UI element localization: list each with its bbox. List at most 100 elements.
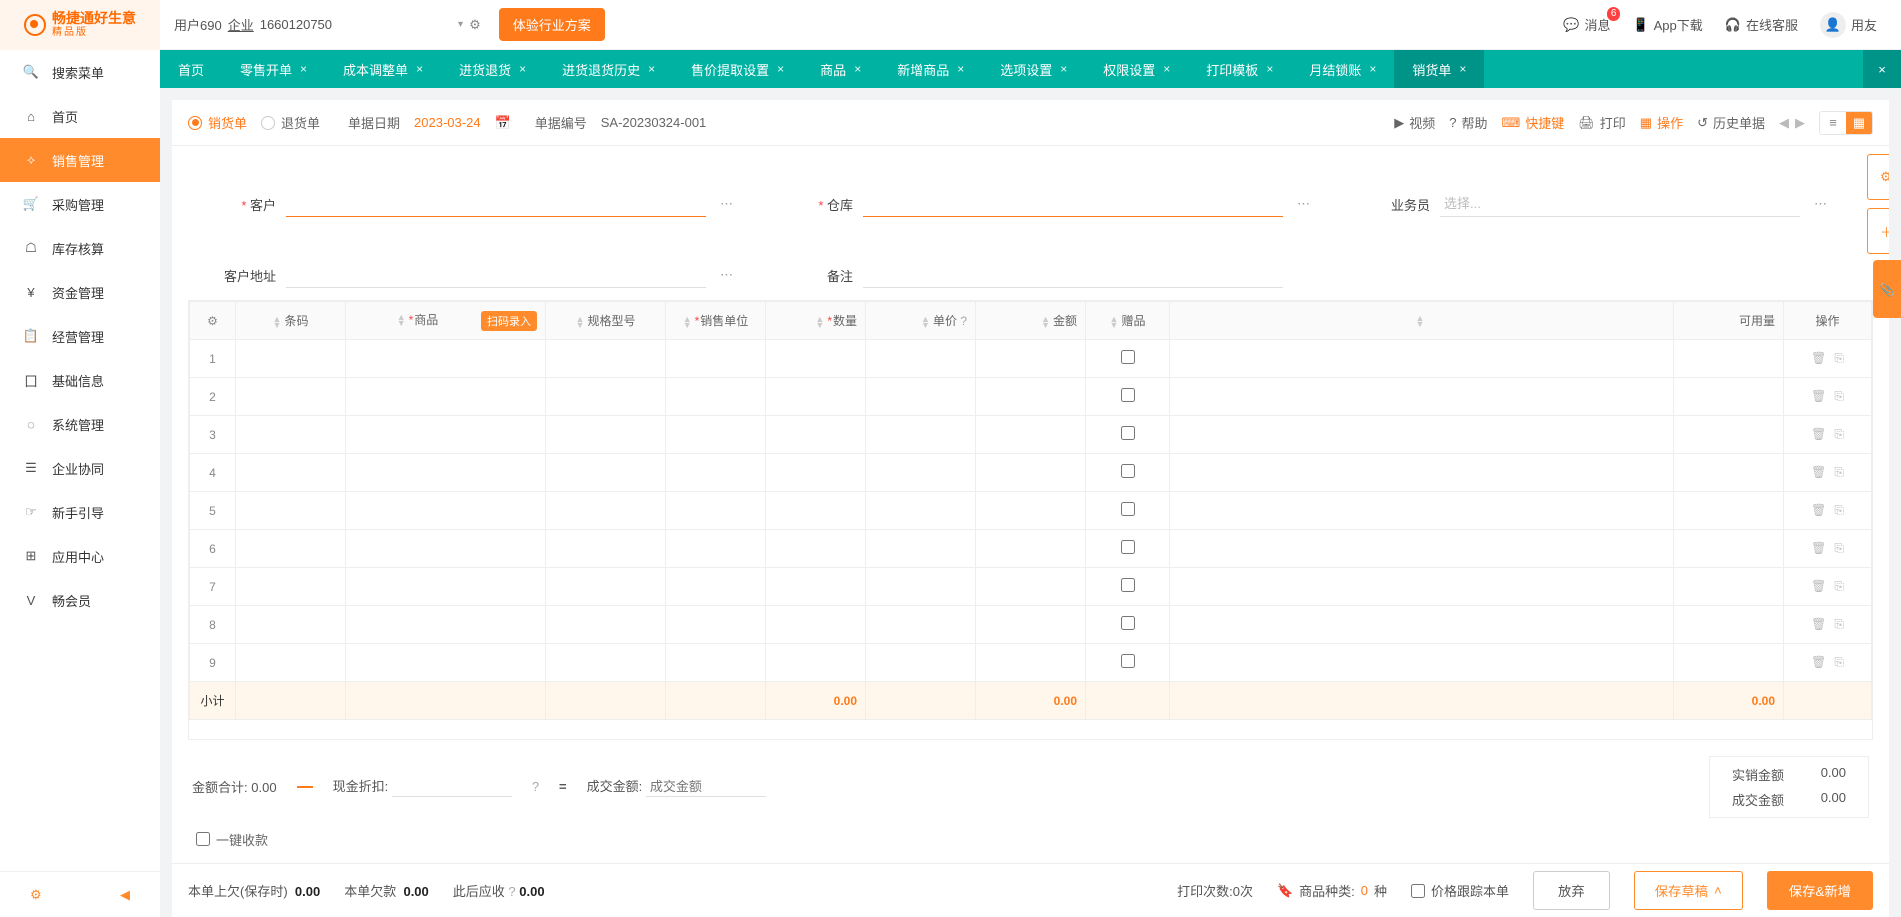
prev-doc-icon[interactable]: ◀ <box>1779 115 1789 131</box>
table-row[interactable]: 9🗑⎘ <box>190 644 1872 682</box>
salesman-input[interactable] <box>1440 191 1800 217</box>
question-icon[interactable]: ? <box>508 884 515 899</box>
checkbox-icon[interactable] <box>1411 884 1425 898</box>
sort-icon[interactable] <box>397 314 406 327</box>
history-link[interactable]: ↺历史单据 <box>1697 113 1765 132</box>
sort-icon[interactable] <box>815 316 824 329</box>
copy-row-icon[interactable]: ⎘ <box>1834 503 1844 517</box>
nav-vip[interactable]: V畅会员 <box>0 578 160 622</box>
save-and-new-button[interactable]: 保存&新增 <box>1767 871 1873 910</box>
discard-button[interactable]: 放弃 <box>1533 871 1610 910</box>
delete-row-icon[interactable]: 🗑 <box>1811 427 1826 441</box>
radio-return[interactable]: 退货单 <box>261 113 320 132</box>
onekey-collect-checkbox[interactable]: 一键收款 <box>196 830 268 849</box>
tab-销货单[interactable]: 销货单× <box>1394 50 1484 88</box>
gear-column-icon[interactable]: ⚙ <box>207 314 218 328</box>
salesman-picker-icon[interactable]: ⋯ <box>1810 196 1831 212</box>
address-picker-icon[interactable]: ⋯ <box>716 267 737 283</box>
warehouse-input[interactable] <box>863 191 1283 217</box>
tab-进货退货[interactable]: 进货退货× <box>441 50 544 88</box>
delete-row-icon[interactable]: 🗑 <box>1811 579 1826 593</box>
sort-icon[interactable] <box>921 316 930 329</box>
app-download-link[interactable]: 📱 App下载 <box>1632 15 1702 34</box>
tab-首页[interactable]: 首页 <box>160 50 222 88</box>
warehouse-picker-icon[interactable]: ⋯ <box>1293 196 1314 212</box>
delete-row-icon[interactable]: 🗑 <box>1811 465 1826 479</box>
copy-row-icon[interactable]: ⎘ <box>1834 427 1844 441</box>
sort-icon[interactable] <box>576 316 585 329</box>
table-row[interactable]: 8🗑⎘ <box>190 606 1872 644</box>
nav-basedata[interactable]: 囗基础信息 <box>0 358 160 402</box>
question-icon[interactable]: ? <box>960 314 967 328</box>
settings-footer-icon[interactable]: ⚙ <box>30 887 42 903</box>
nav-sales[interactable]: ⟡销售管理 <box>0 138 160 182</box>
doc-date-value[interactable]: 2023-03-24 <box>414 115 481 130</box>
sort-icon[interactable] <box>1416 315 1425 328</box>
gift-checkbox[interactable] <box>1121 654 1135 668</box>
sort-icon[interactable] <box>273 316 282 329</box>
tab-售价提取设置[interactable]: 售价提取设置× <box>673 50 802 88</box>
tab-零售开单[interactable]: 零售开单× <box>222 50 325 88</box>
view-list-icon[interactable]: ≡ <box>1820 112 1846 134</box>
address-input[interactable] <box>286 262 706 288</box>
close-icon[interactable]: × <box>854 62 861 76</box>
table-row[interactable]: 1🗑⎘ <box>190 340 1872 378</box>
table-row[interactable]: 2🗑⎘ <box>190 378 1872 416</box>
delete-row-icon[interactable]: 🗑 <box>1811 617 1826 631</box>
nav-apps[interactable]: ⊞应用中心 <box>0 534 160 578</box>
discount-input[interactable] <box>392 777 512 797</box>
nav-collab[interactable]: ☰企业协同 <box>0 446 160 490</box>
side-drawer-tab[interactable]: 📎 <box>1873 260 1901 318</box>
close-all-tabs[interactable]: × <box>1863 50 1901 88</box>
close-icon[interactable]: × <box>648 62 655 76</box>
settings-button[interactable]: ⚙设置 <box>1867 154 1889 200</box>
question-icon[interactable]: ? <box>532 779 539 794</box>
close-icon[interactable]: × <box>1369 62 1376 76</box>
nav-home[interactable]: ⌂首页 <box>0 94 160 138</box>
radio-sale[interactable]: 销货单 <box>188 113 247 132</box>
table-row[interactable]: 7🗑⎘ <box>190 568 1872 606</box>
tab-成本调整单[interactable]: 成本调整单× <box>325 50 441 88</box>
close-icon[interactable]: × <box>519 62 526 76</box>
ops-link[interactable]: ▦操作 <box>1640 113 1683 132</box>
gift-checkbox[interactable] <box>1121 578 1135 592</box>
copy-row-icon[interactable]: ⎘ <box>1834 389 1844 403</box>
sort-icon[interactable] <box>683 316 692 329</box>
sort-icon[interactable] <box>1110 316 1119 329</box>
customer-picker-icon[interactable]: ⋯ <box>716 196 737 212</box>
gear-icon[interactable]: ⚙ <box>469 17 481 33</box>
close-icon[interactable]: × <box>300 62 307 76</box>
checkbox-icon[interactable] <box>196 832 210 846</box>
copy-row-icon[interactable]: ⎘ <box>1834 579 1844 593</box>
support-link[interactable]: 🎧 在线客服 <box>1725 15 1798 34</box>
tab-新增商品[interactable]: 新增商品× <box>879 50 982 88</box>
delete-row-icon[interactable]: 🗑 <box>1811 351 1826 365</box>
delete-row-icon[interactable]: 🗑 <box>1811 389 1826 403</box>
close-icon[interactable]: × <box>416 62 423 76</box>
nav-purchase[interactable]: 🛒采购管理 <box>0 182 160 226</box>
gift-checkbox[interactable] <box>1121 540 1135 554</box>
close-icon[interactable]: × <box>1266 62 1273 76</box>
video-link[interactable]: ▶视频 <box>1394 113 1435 132</box>
copy-row-icon[interactable]: ⎘ <box>1834 465 1844 479</box>
logistics-button[interactable]: ＋物流 <box>1867 208 1889 254</box>
table-row[interactable]: 6🗑⎘ <box>190 530 1872 568</box>
tab-打印模板[interactable]: 打印模板× <box>1188 50 1291 88</box>
nav-guide[interactable]: ☞新手引导 <box>0 490 160 534</box>
view-card-icon[interactable]: ▦ <box>1846 112 1872 134</box>
nav-operations[interactable]: 📋经营管理 <box>0 314 160 358</box>
nav-search[interactable]: 🔍搜索菜单 <box>0 50 160 94</box>
remark-input[interactable] <box>863 262 1283 288</box>
tab-选项设置[interactable]: 选项设置× <box>982 50 1085 88</box>
save-draft-button[interactable]: 保存草稿˄ <box>1634 871 1743 910</box>
copy-row-icon[interactable]: ⎘ <box>1834 655 1844 669</box>
gift-checkbox[interactable] <box>1121 350 1135 364</box>
close-icon[interactable]: × <box>1163 62 1170 76</box>
gift-checkbox[interactable] <box>1121 502 1135 516</box>
track-price-checkbox[interactable]: 价格跟踪本单 <box>1411 881 1509 900</box>
sort-icon[interactable] <box>1041 316 1050 329</box>
org-selector[interactable]: 用户690企业1660120750 ▾ <box>174 15 463 34</box>
tab-权限设置[interactable]: 权限设置× <box>1085 50 1188 88</box>
table-row[interactable]: 4🗑⎘ <box>190 454 1872 492</box>
help-link[interactable]: ?帮助 <box>1449 113 1487 132</box>
